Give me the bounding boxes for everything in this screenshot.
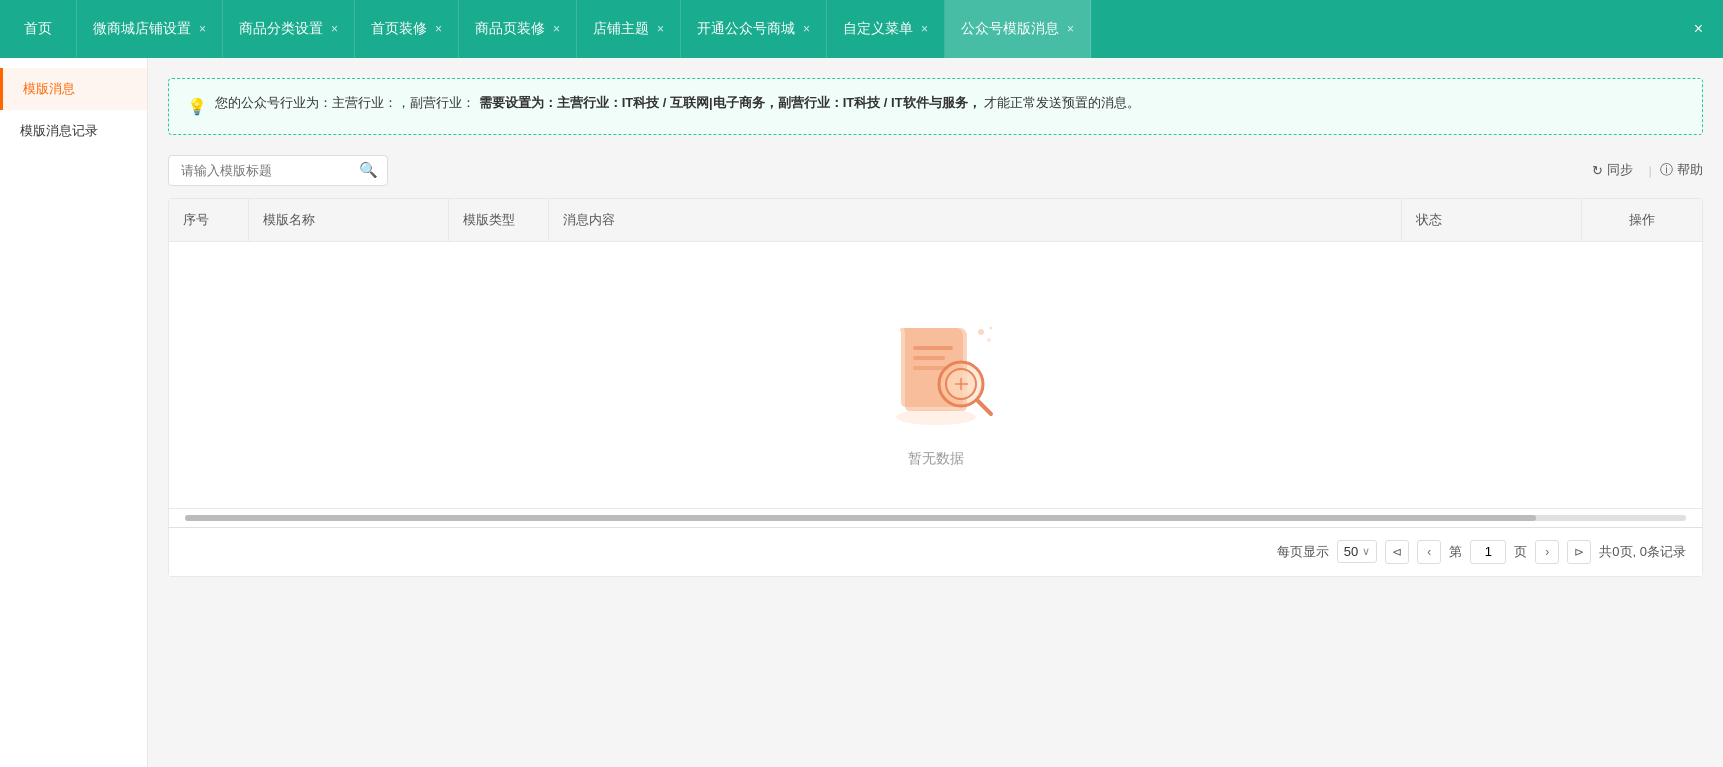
nav-tab-home-label: 首页: [24, 20, 52, 38]
nav-tab-homepage-close[interactable]: ×: [435, 22, 442, 36]
last-page-button[interactable]: ⊳: [1567, 540, 1591, 564]
per-page-label: 每页显示: [1277, 543, 1329, 561]
scroll-wrapper: [168, 509, 1703, 527]
nav-tab-theme-close[interactable]: ×: [657, 22, 664, 36]
search-button[interactable]: 🔍: [359, 161, 378, 179]
svg-point-9: [978, 329, 984, 335]
nav-tab-shop-settings[interactable]: 微商城店铺设置 ×: [77, 0, 223, 58]
nav-tab-product-page-label: 商品页装修: [475, 20, 545, 38]
notice-content: 您的公众号行业为：主营行业：，副营行业： 需要设置为：主营行业：IT科技 / 互…: [215, 93, 1140, 114]
nav-tab-product-page-close[interactable]: ×: [553, 22, 560, 36]
notice-prefix: 您的公众号行业为：主营行业：，副营行业：: [215, 95, 475, 110]
nav-tab-custom-menu-label: 自定义菜单: [843, 20, 913, 38]
col-header-content: 消息内容: [549, 199, 1402, 241]
nav-tab-homepage-label: 首页装修: [371, 20, 427, 38]
svg-line-6: [978, 401, 991, 414]
nav-tab-theme[interactable]: 店铺主题 ×: [577, 0, 681, 58]
notice-suffix: 才能正常发送预置的消息。: [984, 95, 1140, 110]
empty-state: 暂无数据: [168, 242, 1703, 509]
page-word: 第: [1449, 543, 1462, 561]
sidebar-item-template-msg-log[interactable]: 模版消息记录: [0, 110, 147, 152]
toolbar-divider: |: [1649, 163, 1652, 178]
per-page-value: 50: [1344, 544, 1358, 559]
help-circle-icon: ⓘ: [1660, 161, 1673, 179]
sync-button[interactable]: ↻ 同步: [1592, 161, 1633, 179]
next-page-button[interactable]: ›: [1535, 540, 1559, 564]
top-navigation: 首页 微商城店铺设置 × 商品分类设置 × 首页装修 × 商品页装修 × 店铺主…: [0, 0, 1723, 58]
notice-highlight: 需要设置为：主营行业：IT科技 / 互联网|电子商务，副营行业：IT科技 / I…: [479, 95, 981, 110]
search-left: 🔍: [168, 155, 388, 186]
svg-point-0: [896, 409, 976, 425]
nav-tab-template-msg[interactable]: 公众号模版消息 ×: [945, 0, 1091, 58]
nav-tab-category-close[interactable]: ×: [331, 22, 338, 36]
col-header-seq: 序号: [169, 199, 249, 241]
main-container: 模版消息 模版消息记录 💡 您的公众号行业为：主营行业：，副营行业： 需要设置为…: [0, 58, 1723, 767]
nav-tab-homepage[interactable]: 首页装修 ×: [355, 0, 459, 58]
scroll-track[interactable]: [185, 515, 1686, 521]
nav-tab-category-label: 商品分类设置: [239, 20, 323, 38]
help-button[interactable]: ⓘ 帮助: [1660, 161, 1703, 179]
scroll-thumb: [185, 515, 1536, 521]
content-area: 💡 您的公众号行业为：主营行业：，副营行业： 需要设置为：主营行业：IT科技 /…: [148, 58, 1723, 767]
notice-box: 💡 您的公众号行业为：主营行业：，副营行业： 需要设置为：主营行业：IT科技 /…: [168, 78, 1703, 135]
nav-tab-shop-settings-label: 微商城店铺设置: [93, 20, 191, 38]
nav-tab-template-msg-label: 公众号模版消息: [961, 20, 1059, 38]
sidebar-item-template-msg-log-label: 模版消息记录: [20, 123, 98, 138]
notice-icon: 💡: [187, 94, 207, 120]
nav-tab-template-msg-close[interactable]: ×: [1067, 22, 1074, 36]
svg-point-11: [989, 326, 992, 329]
per-page-select[interactable]: 50 ∨: [1337, 540, 1377, 563]
nav-tab-open-mall-close[interactable]: ×: [803, 22, 810, 36]
nav-tab-theme-label: 店铺主题: [593, 20, 649, 38]
table-header: 序号 模版名称 模版类型 消息内容 状态 操作: [168, 198, 1703, 242]
col-header-name: 模版名称: [249, 199, 449, 241]
sync-label: 同步: [1607, 161, 1633, 179]
nav-tab-open-mall-label: 开通公众号商城: [697, 20, 795, 38]
empty-text: 暂无数据: [908, 450, 964, 468]
nav-tab-category[interactable]: 商品分类设置 ×: [223, 0, 355, 58]
nav-tab-shop-settings-close[interactable]: ×: [199, 22, 206, 36]
search-input[interactable]: [168, 155, 388, 186]
nav-tab-custom-menu-close[interactable]: ×: [921, 22, 928, 36]
svg-rect-1: [913, 346, 953, 350]
page-number-input[interactable]: [1470, 540, 1506, 564]
toolbar-right: ↻ 同步 | ⓘ 帮助: [1592, 161, 1703, 179]
search-toolbar: 🔍 ↻ 同步 | ⓘ 帮助: [168, 155, 1703, 186]
sidebar: 模版消息 模版消息记录: [0, 58, 148, 767]
svg-rect-2: [913, 356, 945, 360]
first-page-button[interactable]: ⊲: [1385, 540, 1409, 564]
prev-page-button[interactable]: ‹: [1417, 540, 1441, 564]
col-header-type: 模版类型: [449, 199, 549, 241]
nav-tab-home[interactable]: 首页: [0, 0, 77, 58]
empty-illustration: [871, 302, 1001, 432]
svg-point-10: [987, 338, 991, 342]
nav-tab-custom-menu[interactable]: 自定义菜单 ×: [827, 0, 945, 58]
nav-tab-product-page[interactable]: 商品页装修 ×: [459, 0, 577, 58]
col-header-action: 操作: [1582, 199, 1702, 241]
page-unit: 页: [1514, 543, 1527, 561]
pagination-area: 每页显示 50 ∨ ⊲ ‹ 第 页 › ⊳ 共0页, 0条记录: [168, 527, 1703, 577]
nav-close-all-button[interactable]: ×: [1674, 20, 1723, 38]
col-header-status: 状态: [1402, 199, 1582, 241]
sync-icon: ↻: [1592, 163, 1603, 178]
search-input-wrapper: 🔍: [168, 155, 388, 186]
sidebar-item-template-msg[interactable]: 模版消息: [0, 68, 147, 110]
help-label: 帮助: [1677, 161, 1703, 179]
per-page-chevron-icon: ∨: [1362, 545, 1370, 558]
nav-tab-open-mall[interactable]: 开通公众号商城 ×: [681, 0, 827, 58]
data-table: 序号 模版名称 模版类型 消息内容 状态 操作: [168, 198, 1703, 577]
page-total: 共0页, 0条记录: [1599, 543, 1686, 561]
sidebar-item-template-msg-label: 模版消息: [23, 81, 75, 96]
